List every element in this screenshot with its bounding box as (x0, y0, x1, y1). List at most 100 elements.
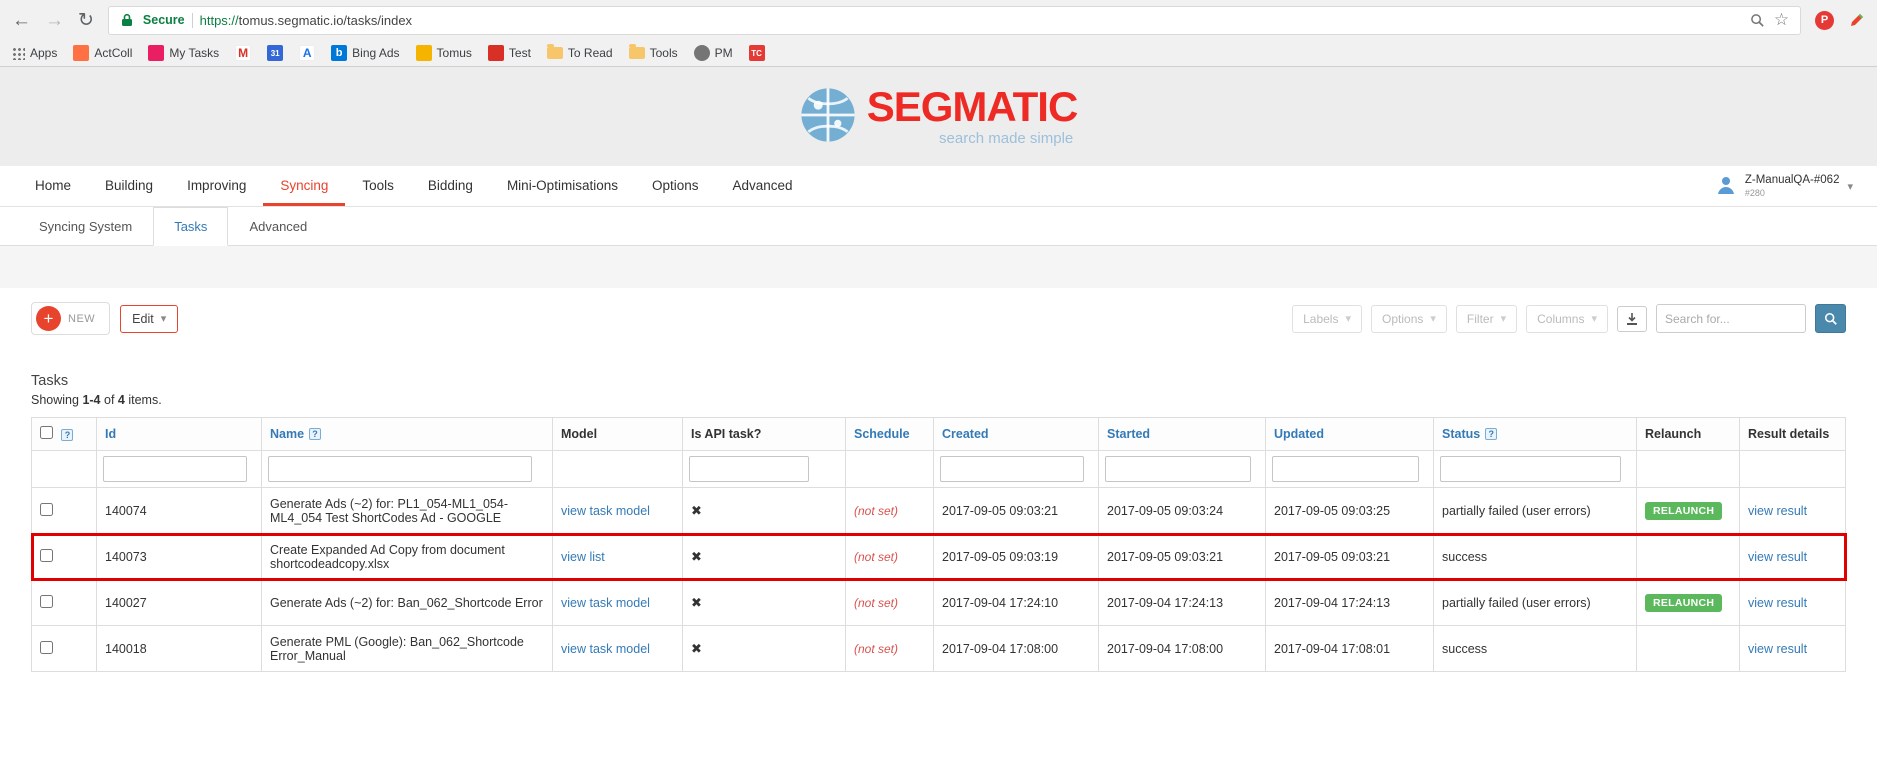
relaunch-button[interactable]: RELAUNCH (1645, 593, 1723, 612)
extension-pencil-icon[interactable] (1848, 12, 1865, 29)
bookmark-calendar[interactable]: 31 (267, 45, 284, 61)
view-task-model-link[interactable]: view task model (561, 596, 650, 610)
new-button[interactable]: + NEW (31, 302, 111, 335)
row-checkbox[interactable] (40, 594, 53, 608)
nav-item-home[interactable]: Home (18, 166, 88, 206)
bookmark-star-icon[interactable]: ☆ (1773, 10, 1790, 29)
bookmark-tools[interactable]: Tools (628, 44, 678, 60)
bookmark-actcoll[interactable]: ActColl (73, 45, 132, 61)
row-checkbox[interactable] (40, 548, 53, 562)
address-bar[interactable]: Secure https:// tomus.segmatic.io/tasks/… (107, 5, 1801, 35)
edit-button[interactable]: Edit ▾ (120, 304, 179, 333)
is-api-cell: ✖ (682, 487, 846, 534)
edit-button-label: Edit (132, 311, 154, 326)
user-menu[interactable]: Z-ManualQA-#062 #280 ▾ (1715, 166, 1859, 206)
nav-item-mini-optimisations[interactable]: Mini-Optimisations (490, 166, 635, 206)
bookmark-my-tasks[interactable]: My Tasks (148, 45, 219, 61)
id-filter-input[interactable] (103, 456, 248, 482)
filter-dropdown[interactable]: Filter ▾ (1455, 304, 1518, 333)
export-button[interactable] (1617, 305, 1647, 332)
created-cell: 2017-09-05 09:03:19 (933, 533, 1099, 580)
row-checkbox[interactable] (40, 640, 53, 654)
back-icon[interactable]: ← (12, 11, 31, 30)
col-label: Is API task? (691, 427, 762, 441)
info-icon[interactable]: ? (1485, 428, 1498, 440)
nav-item-tools[interactable]: Tools (345, 166, 411, 206)
logo-text: SEGMATIC search made simple (867, 86, 1079, 148)
subnav-item-tasks[interactable]: Tasks (153, 207, 229, 246)
view-result-link[interactable]: view result (1748, 504, 1807, 518)
avatar-icon (1715, 174, 1737, 199)
relaunch-button[interactable]: RELAUNCH (1645, 501, 1723, 520)
bookmark-pm[interactable]: PM (693, 45, 733, 61)
table-row: 140018 Generate PML (Google): Ban_062_Sh… (31, 625, 1846, 672)
view-result-link[interactable]: view result (1748, 596, 1807, 610)
bing-favicon-icon: b (331, 45, 348, 61)
bookmark-to-read[interactable]: To Read (546, 44, 613, 60)
view-task-model-link[interactable]: view task model (561, 642, 650, 656)
bookmark-tc[interactable]: TC (748, 45, 765, 61)
model-cell: view list (552, 533, 683, 580)
not-set-label: (not set) (854, 503, 899, 518)
view-result-link[interactable]: view result (1748, 642, 1807, 656)
view-result-link[interactable]: view result (1748, 550, 1807, 564)
col-header-updated[interactable]: Updated (1265, 417, 1434, 451)
nav-item-syncing[interactable]: Syncing (263, 166, 345, 206)
bookmark-a[interactable]: A (299, 45, 316, 61)
info-icon[interactable]: ? (309, 428, 322, 440)
updated-filter-input[interactable] (1272, 456, 1420, 482)
col-label: Name (270, 427, 305, 441)
row-checkbox[interactable] (40, 502, 53, 516)
col-header-started[interactable]: Started (1098, 417, 1266, 451)
col-header-name[interactable]: Name? (261, 417, 553, 451)
col-header-id[interactable]: Id (96, 417, 262, 451)
nav-item-advanced[interactable]: Advanced (716, 166, 810, 206)
view-list-link[interactable]: view list (561, 550, 605, 564)
folder-icon (628, 44, 645, 59)
started-filter-input[interactable] (1105, 456, 1252, 482)
select-all-checkbox[interactable] (40, 426, 53, 439)
refresh-icon[interactable]: ↻ (78, 11, 94, 30)
name-filter-input[interactable] (268, 456, 533, 482)
options-dropdown-label: Options (1382, 311, 1424, 326)
col-header-status[interactable]: Status? (1433, 417, 1637, 451)
x-mark-icon: ✖ (691, 502, 702, 518)
schedule-cell: (not set) (845, 579, 934, 626)
nav-item-improving[interactable]: Improving (170, 166, 263, 206)
subnav-item-advanced[interactable]: Advanced (228, 207, 328, 245)
not-set-label: (not set) (854, 595, 899, 610)
relaunch-cell: RELAUNCH (1636, 487, 1740, 534)
created-cell: 2017-09-04 17:08:00 (933, 625, 1099, 672)
bookmark-apps[interactable]: Apps (12, 46, 57, 60)
col-label: Relaunch (1645, 427, 1702, 441)
zoom-icon[interactable] (1749, 12, 1766, 29)
options-dropdown[interactable]: Options ▾ (1371, 304, 1447, 333)
nav-item-building[interactable]: Building (88, 166, 170, 206)
model-cell: view task model (552, 579, 683, 626)
extension-p-icon[interactable]: P (1815, 10, 1834, 30)
col-header-created[interactable]: Created (933, 417, 1099, 451)
col-header-schedule[interactable]: Schedule (845, 417, 934, 451)
nav-item-bidding[interactable]: Bidding (411, 166, 490, 206)
created-filter-input[interactable] (940, 456, 1085, 482)
bookmark-test[interactable]: Test (487, 45, 531, 61)
info-icon[interactable]: ? (61, 429, 74, 441)
labels-dropdown[interactable]: Labels ▾ (1292, 304, 1363, 333)
view-task-model-link[interactable]: view task model (561, 504, 650, 518)
status-filter-input[interactable] (1440, 456, 1621, 482)
segmatic-logo[interactable]: SEGMATIC search made simple (800, 86, 1078, 147)
is-api-task-filter-input[interactable] (689, 456, 809, 482)
is-api-cell: ✖ (682, 533, 846, 580)
bookmark-tomus[interactable]: Tomus (415, 45, 472, 61)
created-cell: 2017-09-04 17:24:10 (933, 579, 1099, 626)
chevron-down-icon: ▾ (1847, 180, 1853, 193)
columns-dropdown[interactable]: Columns ▾ (1526, 304, 1608, 333)
subnav-item-syncing-system[interactable]: Syncing System (18, 207, 153, 245)
bookmark-gmail[interactable]: M (235, 45, 252, 61)
user-texts: Z-ManualQA-#062 #280 (1745, 174, 1840, 199)
search-input[interactable] (1656, 304, 1806, 333)
items-summary: Showing 1-4 of 4 items. (31, 393, 1846, 407)
bookmark-bing-ads[interactable]: b Bing Ads (331, 45, 400, 61)
search-button[interactable] (1815, 304, 1846, 333)
nav-item-options[interactable]: Options (635, 166, 716, 206)
